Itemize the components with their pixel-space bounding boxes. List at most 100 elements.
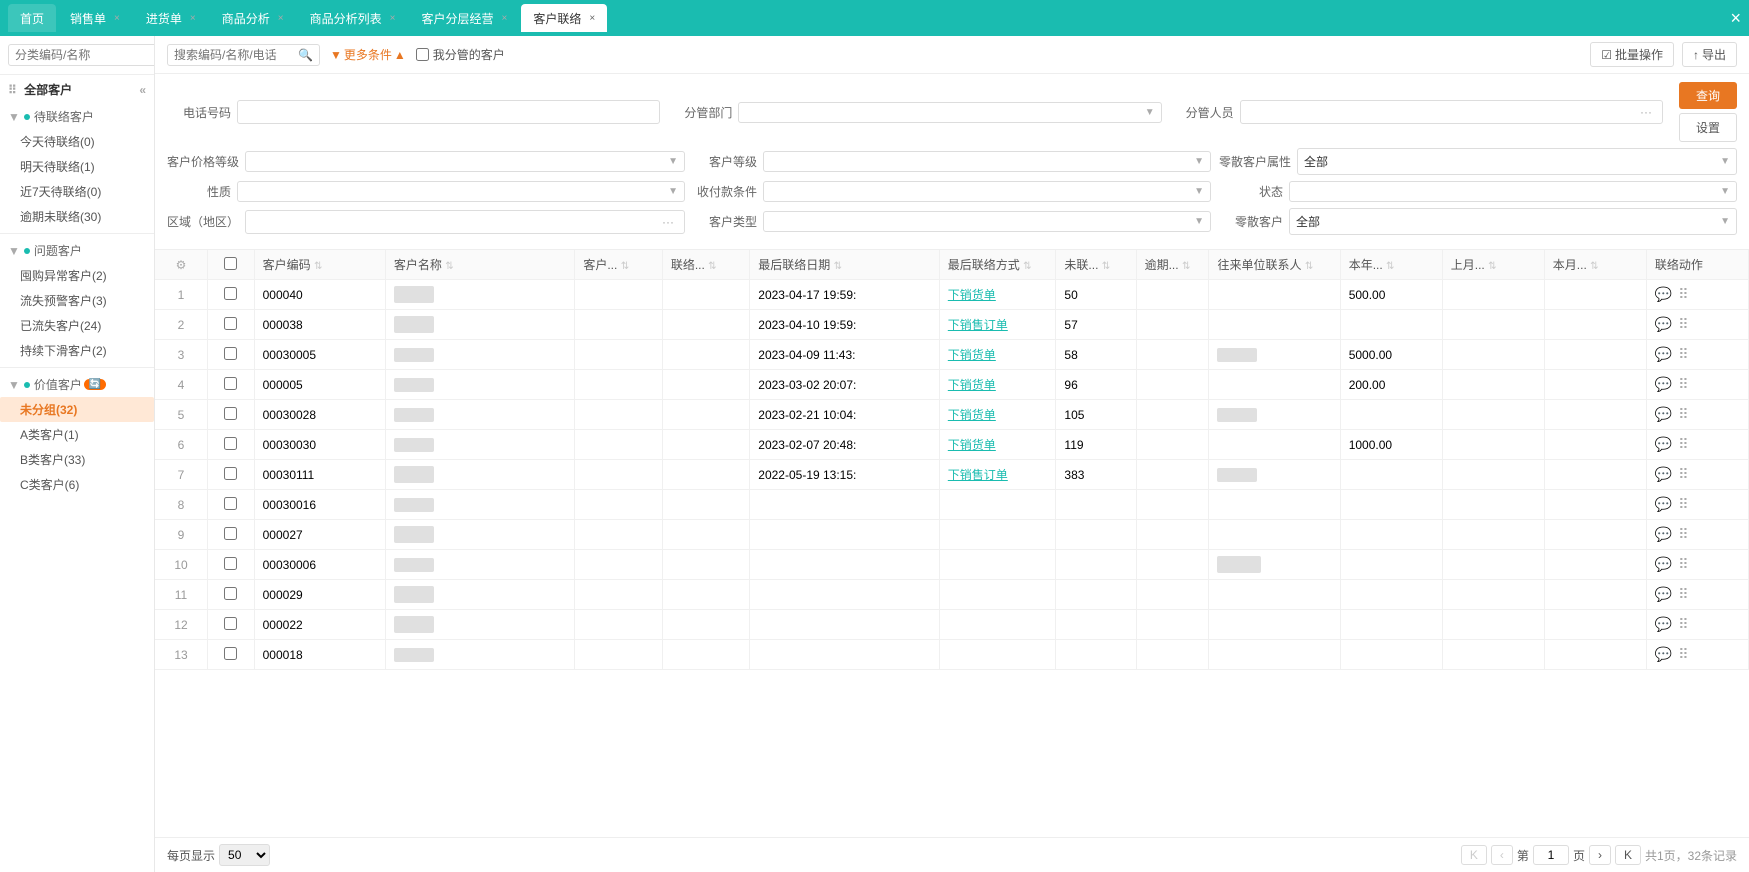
row-checkbox[interactable]	[224, 647, 237, 660]
row-checkbox[interactable]	[224, 407, 237, 420]
action-grid-icon[interactable]: ⠿	[1678, 436, 1688, 453]
th-last-method[interactable]: 最后联络方式	[939, 250, 1056, 280]
th-year-amt[interactable]: 本年...	[1340, 250, 1442, 280]
row-checkbox[interactable]	[224, 437, 237, 450]
action-chat-icon[interactable]: 💬	[1655, 646, 1672, 663]
action-grid-icon[interactable]: ⠿	[1678, 526, 1688, 543]
reset-button[interactable]: 设置	[1679, 113, 1737, 142]
action-grid-icon[interactable]: ⠿	[1678, 556, 1688, 573]
row-checkbox[interactable]	[224, 347, 237, 360]
action-chat-icon[interactable]: 💬	[1655, 526, 1672, 543]
filter-search-input[interactable]	[174, 48, 294, 62]
action-grid-icon[interactable]: ⠿	[1678, 376, 1688, 393]
sidebar-item-unclassified[interactable]: 未分组(32)	[0, 397, 154, 422]
filter-payment-select[interactable]: ▼	[763, 181, 1211, 202]
action-chat-icon[interactable]: 💬	[1655, 586, 1672, 603]
select-all-checkbox[interactable]	[224, 257, 237, 270]
action-grid-icon[interactable]: ⠿	[1678, 496, 1688, 513]
goods-analysis-tab-close[interactable]: ×	[278, 13, 284, 24]
sidebar-item-class-c[interactable]: C类客户(6)	[0, 472, 154, 497]
th-overdue[interactable]: 逾期...	[1136, 250, 1209, 280]
page-number-input[interactable]	[1533, 845, 1569, 865]
row-checkbox[interactable]	[224, 617, 237, 630]
row-checkbox[interactable]	[224, 317, 237, 330]
tab-goods-analysis[interactable]: 商品分析 ×	[210, 4, 296, 32]
filter-nature-select[interactable]: ▼	[237, 181, 685, 202]
row-checkbox[interactable]	[224, 287, 237, 300]
action-grid-icon[interactable]: ⠿	[1678, 316, 1688, 333]
tab-goods-list[interactable]: 商品分析列表 ×	[298, 4, 408, 32]
tab-home[interactable]: 首页	[8, 4, 56, 32]
th-last-date[interactable]: 最后联络日期	[750, 250, 940, 280]
tab-sales[interactable]: 销售单 ×	[58, 4, 132, 32]
sidebar-item-abnormal[interactable]: 囤购异常客户(2)	[0, 263, 154, 288]
row-checkbox[interactable]	[224, 497, 237, 510]
purchase-tab-close[interactable]: ×	[190, 13, 196, 24]
filter-price-tier-select[interactable]: ▼	[245, 151, 685, 172]
batch-ops-button[interactable]: ☑ 批量操作	[1590, 42, 1674, 67]
action-grid-icon[interactable]: ⠿	[1678, 466, 1688, 483]
action-chat-icon[interactable]: 💬	[1655, 376, 1672, 393]
filter-dept-select-wrapper[interactable]: ▼	[738, 102, 1161, 123]
export-button[interactable]: ↑ 导出	[1682, 42, 1737, 67]
row-checkbox[interactable]	[224, 377, 237, 390]
row-checkbox[interactable]	[224, 557, 237, 570]
tab-customer-contact[interactable]: 客户联络 ×	[521, 4, 607, 32]
filter-region-dots[interactable]: ···	[245, 210, 685, 234]
action-grid-icon[interactable]: ⠿	[1678, 646, 1688, 663]
sidebar-item-warning[interactable]: 流失预警客户(3)	[0, 288, 154, 313]
row-checkbox[interactable]	[224, 467, 237, 480]
action-grid-icon[interactable]: ⠿	[1678, 586, 1688, 603]
method-link[interactable]: 下销货单	[948, 378, 996, 392]
filter-status-select[interactable]: ▼	[1289, 181, 1737, 202]
sidebar-search-input[interactable]	[8, 44, 155, 66]
method-link[interactable]: 下销售订单	[948, 468, 1008, 482]
th-this-month-amt[interactable]: 本月...	[1544, 250, 1646, 280]
filter-manager-dots[interactable]: ···	[1240, 100, 1663, 124]
sidebar-group-pending[interactable]: ▼ 待联络客户	[0, 104, 154, 129]
method-link[interactable]: 下销货单	[948, 438, 996, 452]
th-person[interactable]: 往来单位联系人	[1209, 250, 1340, 280]
action-grid-icon[interactable]: ⠿	[1678, 616, 1688, 633]
prev-page-button[interactable]: ‹	[1491, 845, 1513, 865]
query-button[interactable]: 查询	[1679, 82, 1737, 109]
tab-customer-tier[interactable]: 客户分层经营 ×	[409, 4, 519, 32]
action-chat-icon[interactable]: 💬	[1655, 286, 1672, 303]
row-checkbox[interactable]	[224, 587, 237, 600]
filter-search-icon[interactable]: 🔍	[298, 48, 313, 62]
last-page-button[interactable]: K	[1615, 845, 1641, 865]
filter-phone-input[interactable]	[237, 100, 660, 124]
customer-tier-tab-close[interactable]: ×	[501, 13, 507, 24]
sidebar-item-overdue[interactable]: 逾期未联络(30)	[0, 204, 154, 229]
th-uncontact[interactable]: 未联...	[1056, 250, 1136, 280]
goods-list-tab-close[interactable]: ×	[390, 13, 396, 24]
sidebar-item-7days[interactable]: 近7天待联络(0)	[0, 179, 154, 204]
method-link[interactable]: 下销货单	[948, 288, 996, 302]
filter-more-button[interactable]: ▼ 更多条件 ▲	[330, 46, 406, 63]
th-name[interactable]: 客户名称	[385, 250, 575, 280]
method-link[interactable]: 下销售订单	[948, 318, 1008, 332]
first-page-button[interactable]: K	[1461, 845, 1487, 865]
action-chat-icon[interactable]: 💬	[1655, 316, 1672, 333]
action-chat-icon[interactable]: 💬	[1655, 346, 1672, 363]
action-chat-icon[interactable]: 💬	[1655, 556, 1672, 573]
th-last-month-amt[interactable]: 上月...	[1442, 250, 1544, 280]
sidebar-item-tomorrow[interactable]: 明天待联络(1)	[0, 154, 154, 179]
tab-purchase[interactable]: 进货单 ×	[134, 4, 208, 32]
action-chat-icon[interactable]: 💬	[1655, 406, 1672, 423]
filter-customer-level-select[interactable]: ▼	[763, 151, 1211, 172]
sidebar-group-value[interactable]: ▼ 价值客户 🔄	[0, 372, 154, 397]
filter-retail-attr-select[interactable]: 全部 ▼	[1297, 148, 1737, 175]
sidebar-item-class-b[interactable]: B类客户(33)	[0, 447, 154, 472]
action-grid-icon[interactable]: ⠿	[1678, 286, 1688, 303]
sidebar-item-today[interactable]: 今天待联络(0)	[0, 129, 154, 154]
filter-customer-type-select[interactable]: ▼	[763, 211, 1211, 232]
th-type[interactable]: 客户...	[575, 250, 662, 280]
action-grid-icon[interactable]: ⠿	[1678, 406, 1688, 423]
action-grid-icon[interactable]: ⠿	[1678, 346, 1688, 363]
collapse-icon[interactable]: «	[139, 83, 146, 97]
action-chat-icon[interactable]: 💬	[1655, 616, 1672, 633]
sidebar-all-customers[interactable]: ⠿ 全部客户 «	[0, 75, 154, 104]
close-all-tabs[interactable]: ×	[1730, 8, 1741, 29]
action-chat-icon[interactable]: 💬	[1655, 496, 1672, 513]
